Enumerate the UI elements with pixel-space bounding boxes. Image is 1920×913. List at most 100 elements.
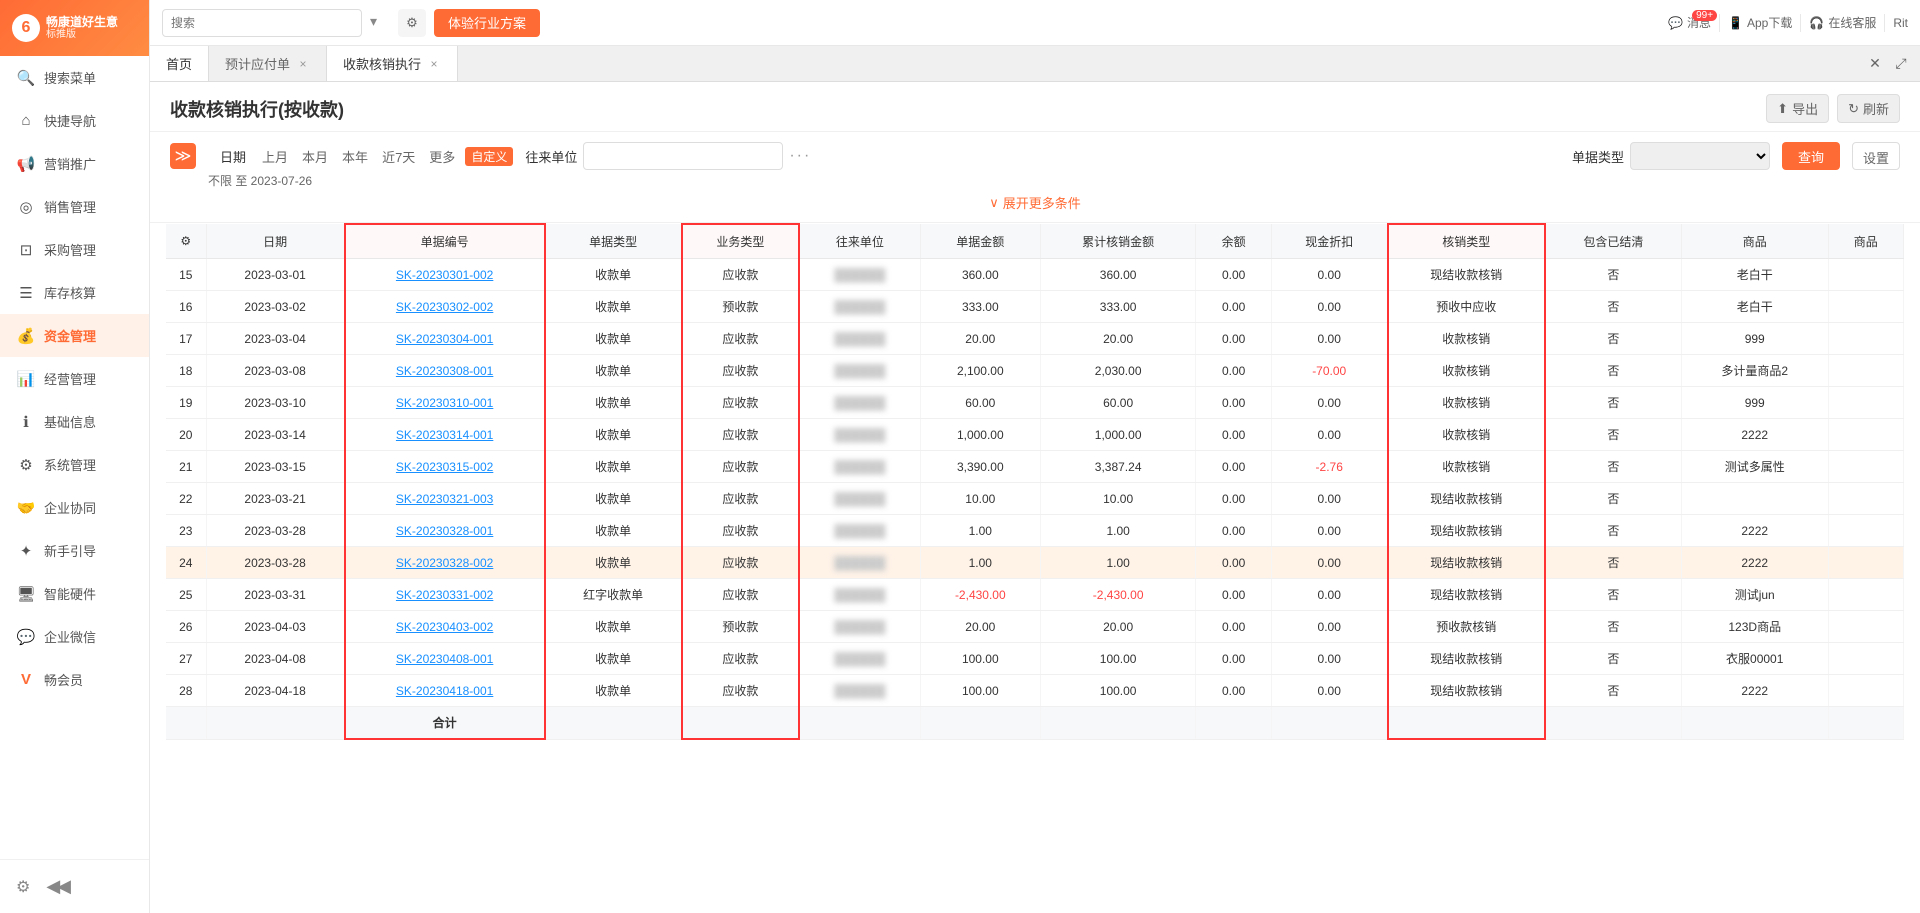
filter-toggle-button[interactable]: ≫ (170, 143, 196, 169)
logo-name: 畅康道好生意 (46, 15, 118, 29)
doc-no-link-11[interactable]: SK-20230403-002 (396, 620, 493, 634)
th-partner[interactable]: 往来单位 (799, 224, 920, 259)
tab-collection-cancel-close-icon[interactable]: × (427, 57, 441, 71)
footer-product2 (1828, 707, 1903, 740)
td-amount-0: 360.00 (920, 259, 1040, 291)
th-cancel-type[interactable]: 核销类型 (1388, 224, 1545, 259)
operations-icon: 📊 (16, 370, 36, 388)
date-opt-this-year[interactable]: 本年 (338, 145, 372, 168)
date-opt-this-month[interactable]: 本月 (298, 145, 332, 168)
doc-no-link-5[interactable]: SK-20230314-001 (396, 428, 493, 442)
doc-no-link-10[interactable]: SK-20230331-002 (396, 588, 493, 602)
date-custom-button[interactable]: 自定义 (465, 147, 513, 166)
sidebar-item-system[interactable]: ⚙ 系统管理 (0, 443, 149, 486)
footer-empty-3 (545, 707, 682, 740)
partner-filter-dots[interactable]: ··· (789, 147, 811, 165)
doc-no-link-0[interactable]: SK-20230301-002 (396, 268, 493, 282)
doc-no-link-3[interactable]: SK-20230308-001 (396, 364, 493, 378)
td-amount-7: 10.00 (920, 483, 1040, 515)
td-no-1: 16 (166, 291, 206, 323)
doc-no-link-1[interactable]: SK-20230302-002 (396, 300, 493, 314)
td-product-13: 2222 (1681, 675, 1828, 707)
doc-no-link-13[interactable]: SK-20230418-001 (396, 684, 493, 698)
td-doc-no-7: SK-20230321-003 (345, 483, 545, 515)
search-input[interactable] (162, 9, 362, 37)
doc-no-link-6[interactable]: SK-20230315-002 (396, 460, 493, 474)
th-date[interactable]: 日期 (206, 224, 345, 259)
settings-button[interactable]: 设置 (1852, 142, 1900, 170)
th-discount[interactable]: 现金折扣 (1271, 224, 1387, 259)
quick-nav-icon: ⌂ (16, 112, 36, 129)
doc-no-link-8[interactable]: SK-20230328-001 (396, 524, 493, 538)
sidebar-item-inventory[interactable]: ☰ 库存核算 (0, 271, 149, 314)
doc-no-link-9[interactable]: SK-20230328-002 (396, 556, 493, 570)
sidebar-item-quick-nav[interactable]: ⌂ 快捷导航 (0, 99, 149, 142)
tab-expand-icon[interactable]: ⤢ (1890, 53, 1912, 75)
td-discount-9: 0.00 (1271, 547, 1387, 579)
sidebar-settings-btn[interactable]: ⚙ ◀◀ (0, 868, 149, 905)
td-discount-12: 0.00 (1271, 643, 1387, 675)
filter-expand-row: ∨ 展开更多条件 (170, 193, 1900, 212)
td-doc-no-4: SK-20230310-001 (345, 387, 545, 419)
tab-close-all-icon[interactable]: ✕ (1864, 53, 1886, 75)
td-doc-type-13: 收款单 (545, 675, 682, 707)
guide-icon: ✦ (16, 542, 36, 560)
sidebar-item-search-menu[interactable]: 🔍 搜索菜单 (0, 56, 149, 99)
tab-collection-cancel[interactable]: 收款核销执行 × (327, 46, 458, 81)
message-button[interactable]: 💬 消息 99+ (1668, 14, 1711, 31)
doc-type-filter-select[interactable] (1630, 142, 1770, 170)
expand-down-icon: ∨ (989, 195, 999, 211)
th-product[interactable]: 商品 (1681, 224, 1828, 259)
page: 收款核销执行(按收款) ⬆ 导出 ↻ 刷新 ≫ 日期 上月 本月 (150, 82, 1920, 913)
th-include-settled[interactable]: 包含已结清 (1545, 224, 1681, 259)
sidebar-item-enterprise[interactable]: 🤝 企业协同 (0, 486, 149, 529)
sidebar-item-guide[interactable]: ✦ 新手引导 (0, 529, 149, 572)
sidebar-item-marketing[interactable]: 📢 营销推广 (0, 142, 149, 185)
th-amount[interactable]: 单据金额 (920, 224, 1040, 259)
footer-empty-1 (166, 707, 206, 740)
sidebar-item-hardware[interactable]: 🖥 智能硬件 (0, 572, 149, 615)
td-amount-6: 3,390.00 (920, 451, 1040, 483)
sidebar-item-purchase[interactable]: ⊡ 采购管理 (0, 228, 149, 271)
user-avatar[interactable]: Rit (1893, 16, 1908, 30)
doc-no-link-7[interactable]: SK-20230321-003 (396, 492, 493, 506)
online-service-button[interactable]: 🎧 在线客服 (1809, 14, 1876, 31)
partner-filter-input[interactable] (583, 142, 783, 170)
th-balance[interactable]: 余额 (1196, 224, 1271, 259)
sidebar-item-operations[interactable]: 📊 经营管理 (0, 357, 149, 400)
settings-col-icon[interactable]: ⚙ (180, 234, 191, 248)
doc-no-link-4[interactable]: SK-20230310-001 (396, 396, 493, 410)
gear-settings-icon[interactable]: ⚙ (398, 9, 426, 37)
sidebar-item-finance[interactable]: 💰 资金管理 (0, 314, 149, 357)
td-include-settled-6: 否 (1545, 451, 1681, 483)
query-button[interactable]: 查询 (1782, 142, 1840, 170)
search-menu-icon: 🔍 (16, 69, 36, 87)
solution-button[interactable]: 体验行业方案 (434, 9, 540, 37)
export-button[interactable]: ⬆ 导出 (1766, 94, 1829, 123)
td-amount-8: 1.00 (920, 515, 1040, 547)
date-opt-last-7days[interactable]: 近7天 (378, 145, 419, 168)
tab-home[interactable]: 首页 (150, 46, 209, 81)
dropdown-chevron-icon[interactable]: ▾ (370, 13, 390, 33)
refresh-button[interactable]: ↻ 刷新 (1837, 94, 1900, 123)
date-opt-last-month[interactable]: 上月 (258, 145, 292, 168)
tab-pre-payment-close-icon[interactable]: × (296, 57, 310, 71)
date-opt-more[interactable]: 更多 (425, 145, 459, 168)
sidebar-item-sales[interactable]: ◎ 销售管理 (0, 185, 149, 228)
td-partner-11: ██████ (799, 611, 920, 643)
td-biz-type-13: 应收款 (682, 675, 799, 707)
th-doc-type[interactable]: 单据类型 (545, 224, 682, 259)
sidebar-item-basic[interactable]: ℹ 基础信息 (0, 400, 149, 443)
th-doc-no[interactable]: 单据编号 (345, 224, 545, 259)
doc-no-link-2[interactable]: SK-20230304-001 (396, 332, 493, 346)
expand-conditions-button[interactable]: ∨ 展开更多条件 (989, 193, 1081, 212)
doc-no-link-12[interactable]: SK-20230408-001 (396, 652, 493, 666)
app-download-button[interactable]: 📱 App下载 (1728, 14, 1792, 31)
sidebar-item-member[interactable]: V 畅会员 (0, 658, 149, 701)
th-product2[interactable]: 商品 (1828, 224, 1903, 259)
logo-icon: 6 (12, 14, 40, 42)
tab-pre-payment[interactable]: 预计应付单 × (209, 46, 327, 81)
th-biz-type[interactable]: 业务类型 (682, 224, 799, 259)
sidebar-item-wechat[interactable]: 💬 企业微信 (0, 615, 149, 658)
th-cancel-amount[interactable]: 累计核销金额 (1040, 224, 1196, 259)
